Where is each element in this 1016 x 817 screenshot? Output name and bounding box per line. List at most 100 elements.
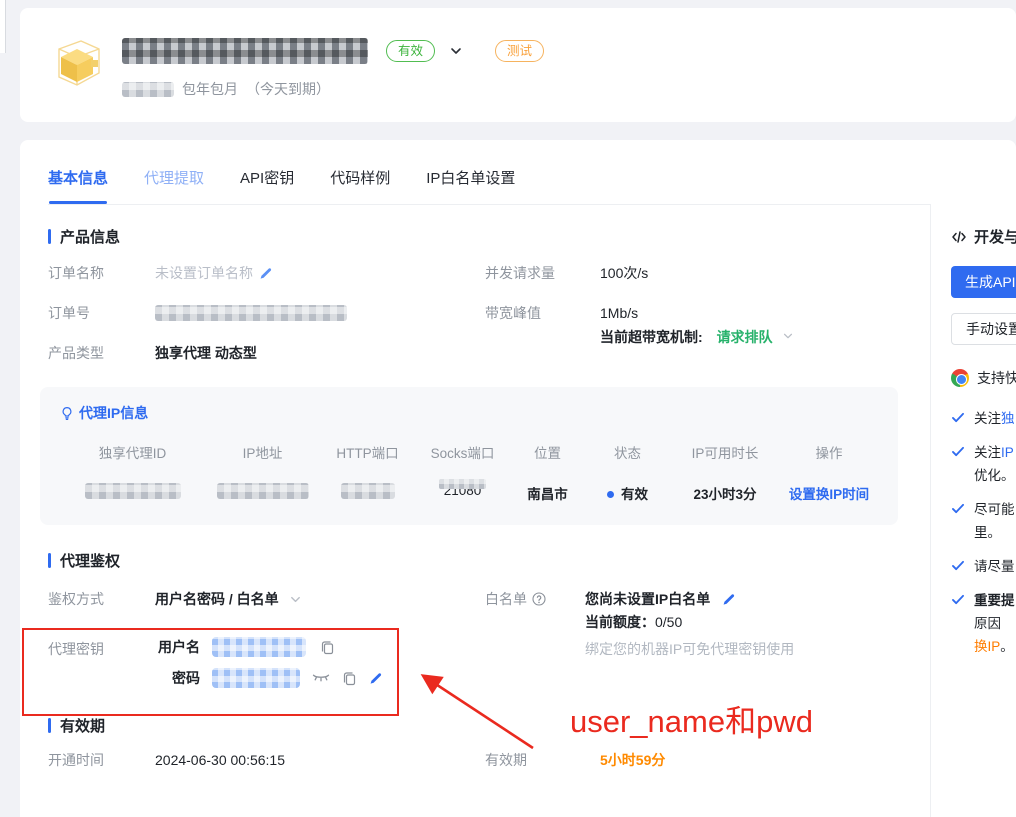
- proxy-ip-table-row: 21080 南昌市 有效 23小时3分 设置换IP时间: [60, 483, 878, 503]
- username-label: 用户名: [155, 637, 200, 657]
- product-cube-icon: [46, 32, 108, 122]
- chrome-icon: [951, 369, 969, 387]
- tip-text: 请尽量: [974, 555, 1015, 578]
- username-copy-icon[interactable]: [320, 640, 335, 655]
- tab-ip-whitelist[interactable]: IP白名单设置: [426, 167, 515, 204]
- check-icon: [951, 502, 965, 544]
- col-duration: IP可用时长: [670, 442, 780, 462]
- order-no-row: 订单号: [48, 293, 485, 333]
- manual-setting-button[interactable]: 手动设置: [951, 313, 1016, 345]
- bandwidth-value: 1Mb/s: [600, 301, 794, 325]
- whitelist-edit-pencil-icon[interactable]: [722, 592, 736, 606]
- chrome-support-row: 支持快: [951, 368, 1016, 388]
- proxy-ip-table-header: 独享代理ID IP地址 HTTP端口 Socks端口 位置 状态 IP可用时长 …: [60, 442, 878, 462]
- tip-text: 关注: [974, 445, 1001, 460]
- remaining-time-label: 有效期: [485, 750, 600, 770]
- check-icon: [951, 559, 965, 578]
- tip-text: 关注: [974, 411, 1001, 426]
- generate-api-button[interactable]: 生成API: [951, 266, 1016, 298]
- expiry-note: （今天到期）: [246, 79, 330, 99]
- test-badge: 测试: [495, 40, 544, 63]
- location-value: 南昌市: [510, 483, 585, 503]
- section-product-info: 产品信息: [48, 226, 1016, 247]
- status-chevron-down-icon[interactable]: [449, 44, 463, 58]
- tab-code-sample[interactable]: 代码样例: [330, 167, 390, 204]
- bulb-icon: [60, 406, 74, 421]
- order-detail-card: 基本信息 代理提取 API密钥 代码样例 IP白名单设置 产品信息 订单名称 未…: [20, 140, 1016, 817]
- activated-time-row: 开通时间 2024-06-30 00:56:15: [48, 740, 485, 780]
- remaining-time-value: 5小时59分: [600, 750, 665, 770]
- tip-item: 请尽量: [951, 555, 1016, 578]
- check-icon: [951, 445, 965, 487]
- set-ip-rotation-link[interactable]: 设置换IP时间: [789, 487, 869, 502]
- password-label: 密码: [155, 668, 200, 688]
- proxy-id-redacted: [85, 483, 181, 499]
- proxy-key-row: 代理密钥 用户名 密码: [48, 637, 485, 688]
- order-header-card: 有效 测试 包年包月 （今天到期）: [20, 8, 1016, 122]
- tip-text-important: 重要提: [974, 589, 1015, 612]
- password-line: 密码: [155, 668, 383, 688]
- order-name-row: 订单名称 未设置订单名称: [48, 253, 485, 293]
- password-edit-pencil-icon[interactable]: [369, 671, 383, 685]
- tip-text: 尽可能: [974, 498, 1015, 521]
- tab-bar: 基本信息 代理提取 API密钥 代码样例 IP白名单设置: [48, 140, 930, 205]
- auth-method-label: 鉴权方式: [48, 589, 155, 609]
- auth-method-chevron-down-icon[interactable]: [289, 593, 302, 606]
- password-copy-icon[interactable]: [342, 671, 357, 686]
- tip-link[interactable]: 独: [1001, 411, 1015, 426]
- tab-basic-info[interactable]: 基本信息: [48, 167, 108, 204]
- whitelist-quota-value: 0/50: [655, 614, 682, 630]
- proxy-ip-info-header: 代理IP信息: [60, 403, 878, 423]
- tab-proxy-extract[interactable]: 代理提取: [144, 167, 204, 204]
- tip-link[interactable]: IP: [1001, 445, 1014, 460]
- section-proxy-auth: 代理鉴权: [48, 550, 1016, 571]
- status-dot-icon: [607, 491, 614, 498]
- tip-link-change-ip[interactable]: 换IP: [974, 639, 1000, 654]
- check-icon: [951, 593, 965, 658]
- over-bandwidth-chevron-down-icon[interactable]: [782, 330, 794, 342]
- auth-method-row: 鉴权方式 用户名密码 / 白名单: [48, 577, 485, 621]
- over-bandwidth-value[interactable]: 请求排队: [717, 329, 773, 345]
- http-port-redacted: [341, 483, 395, 499]
- section-validity: 有效期: [48, 715, 1016, 736]
- bandwidth-label: 带宽峰值: [485, 301, 600, 325]
- tip-text: 里。: [974, 521, 1015, 544]
- code-icon: [951, 230, 967, 244]
- order-header-info: 有效 测试 包年包月 （今天到期）: [122, 32, 544, 122]
- col-socks-port: Socks端口: [415, 442, 510, 462]
- check-icon: [951, 411, 965, 430]
- col-ip-address: IP地址: [205, 442, 320, 462]
- order-title-redacted: [122, 38, 368, 64]
- concurrency-label: 并发请求量: [485, 263, 600, 283]
- over-bandwidth-line: 当前超带宽机制: 请求排队: [600, 325, 794, 349]
- tab-api-key[interactable]: API密钥: [240, 167, 294, 204]
- col-proxy-id: 独享代理ID: [60, 442, 205, 462]
- password-show-eye-closed-icon[interactable]: [312, 672, 330, 685]
- tip-text: 原因: [974, 612, 1015, 635]
- activated-time-value: 2024-06-30 00:56:15: [155, 752, 285, 768]
- tip-item: 关注IP 优化。: [951, 441, 1016, 487]
- duration-value: 23小时3分: [670, 483, 780, 503]
- username-value-redacted: [212, 637, 306, 657]
- whitelist-quota-label: 当前额度：: [585, 614, 655, 630]
- whitelist-value: 您尚未设置IP白名单: [585, 589, 710, 609]
- password-value-redacted: [212, 668, 300, 688]
- proxy-key-label: 代理密钥: [48, 637, 155, 659]
- ip-address-redacted: [217, 483, 309, 499]
- order-name-value: 未设置订单名称: [155, 263, 253, 283]
- sidebar-title: 开发与: [974, 226, 1016, 247]
- annotation-text: user_name和pwd: [570, 696, 813, 741]
- auth-method-value: 用户名密码 / 白名单: [155, 589, 279, 609]
- question-circle-icon[interactable]: [532, 592, 546, 606]
- tip-text: 优化。: [974, 464, 1015, 487]
- order-name-edit-pencil-icon[interactable]: [259, 266, 273, 280]
- status-value: 有效: [621, 487, 648, 502]
- proxy-ip-info-box: 代理IP信息 独享代理ID IP地址 HTTP端口 Socks端口 位置 状态 …: [40, 387, 898, 525]
- plan-type: 包年包月: [182, 79, 238, 99]
- tip-item: 重要提 原因 换IP。: [951, 589, 1016, 658]
- product-type-label: 产品类型: [48, 343, 155, 363]
- tip-item: 尽可能 里。: [951, 498, 1016, 544]
- order-subtitle-redacted: [122, 82, 174, 97]
- window-edge-artifact: [0, 0, 6, 53]
- concurrency-value: 100次/s: [600, 263, 648, 283]
